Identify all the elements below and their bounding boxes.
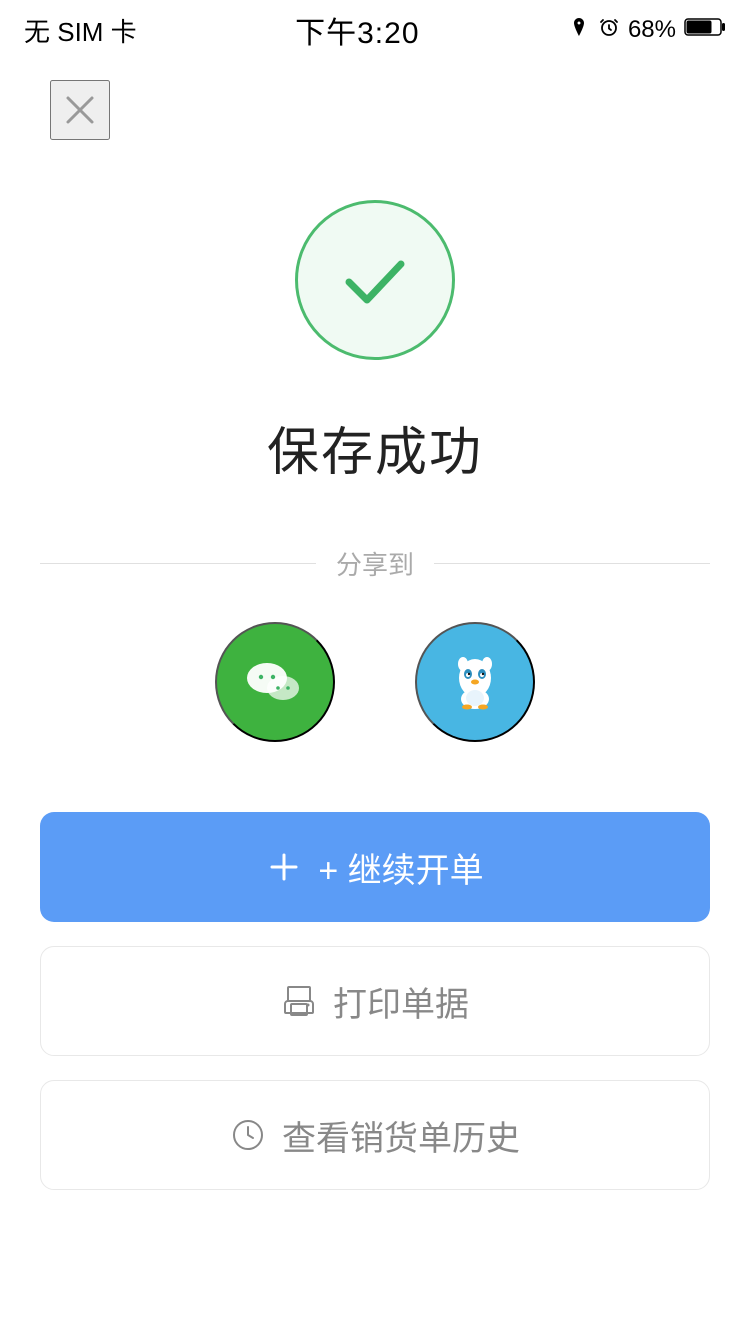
success-icon-circle xyxy=(295,200,455,360)
history-icon xyxy=(230,1117,266,1153)
divider-left xyxy=(40,563,316,564)
main-content: 保存成功 分享到 xyxy=(0,60,750,1334)
print-label: 打印单据 xyxy=(333,977,469,1026)
share-section: 分享到 xyxy=(40,545,710,742)
location-icon xyxy=(568,16,590,45)
status-right: 68% xyxy=(568,16,726,45)
share-label: 分享到 xyxy=(336,545,414,582)
battery-percent: 68% xyxy=(628,16,676,44)
battery-icon xyxy=(684,16,726,45)
history-label: 查看销货单历史 xyxy=(282,1111,520,1160)
close-button[interactable] xyxy=(50,80,110,140)
status-bar: 无 SIM 卡 下午3:20 68% xyxy=(0,0,750,60)
share-icons-row xyxy=(215,622,535,742)
share-wechat-button[interactable] xyxy=(215,622,335,742)
print-button[interactable]: 打印单据 xyxy=(40,946,710,1056)
sim-status: 无 SIM 卡 xyxy=(24,12,137,49)
alarm-icon xyxy=(598,16,620,45)
checkmark-icon xyxy=(335,240,415,320)
history-button[interactable]: 查看销货单历史 xyxy=(40,1080,710,1190)
print-icon xyxy=(281,983,317,1019)
status-time: 下午3:20 xyxy=(295,8,419,52)
continue-button[interactable]: + 继续开单 xyxy=(40,812,710,922)
status-left: 无 SIM 卡 xyxy=(24,12,147,49)
wechat-icon xyxy=(241,648,309,716)
action-buttons: + 继续开单 打印单据 查看销货单历史 xyxy=(40,812,710,1190)
qq-icon xyxy=(441,648,509,716)
divider-right xyxy=(434,563,710,564)
share-qq-button[interactable] xyxy=(415,622,535,742)
share-divider: 分享到 xyxy=(40,545,710,582)
continue-label: + 继续开单 xyxy=(318,843,483,892)
plus-icon xyxy=(266,849,302,885)
success-title: 保存成功 xyxy=(267,410,483,485)
